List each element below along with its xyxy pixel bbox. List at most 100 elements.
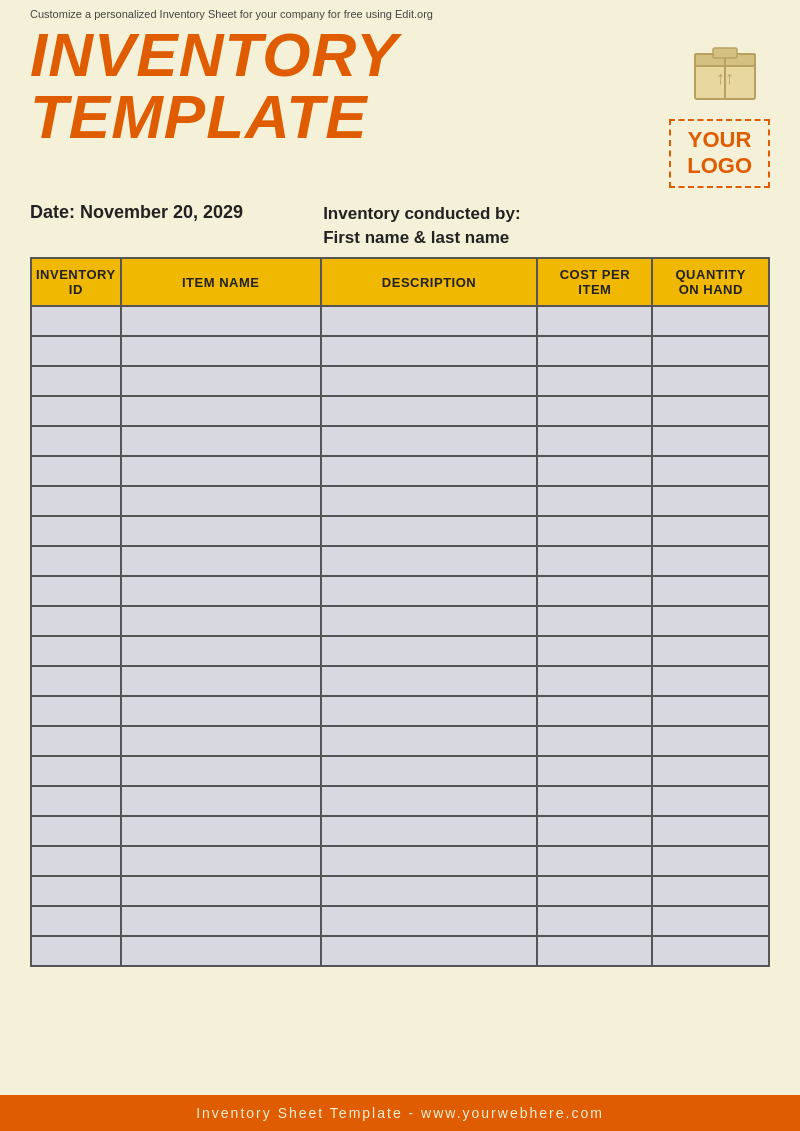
table-cell[interactable] (537, 816, 652, 846)
table-cell[interactable] (31, 456, 121, 486)
table-cell[interactable] (321, 516, 538, 546)
table-cell[interactable] (31, 816, 121, 846)
logo-box[interactable]: YOUR LOGO (669, 119, 770, 188)
table-cell[interactable] (121, 786, 321, 816)
table-cell[interactable] (321, 486, 538, 516)
table-cell[interactable] (652, 936, 769, 966)
table-cell[interactable] (321, 636, 538, 666)
table-cell[interactable] (321, 906, 538, 936)
table-cell[interactable] (537, 726, 652, 756)
table-cell[interactable] (121, 846, 321, 876)
table-cell[interactable] (121, 546, 321, 576)
table-cell[interactable] (652, 516, 769, 546)
table-cell[interactable] (537, 366, 652, 396)
table-cell[interactable] (537, 696, 652, 726)
table-cell[interactable] (321, 396, 538, 426)
table-cell[interactable] (537, 456, 652, 486)
table-cell[interactable] (121, 426, 321, 456)
table-cell[interactable] (537, 546, 652, 576)
table-cell[interactable] (31, 786, 121, 816)
table-cell[interactable] (652, 876, 769, 906)
table-cell[interactable] (652, 306, 769, 336)
table-cell[interactable] (321, 306, 538, 336)
table-cell[interactable] (121, 726, 321, 756)
table-cell[interactable] (537, 936, 652, 966)
table-cell[interactable] (31, 936, 121, 966)
table-cell[interactable] (321, 786, 538, 816)
table-cell[interactable] (121, 666, 321, 696)
table-cell[interactable] (652, 366, 769, 396)
table-cell[interactable] (31, 366, 121, 396)
table-cell[interactable] (537, 786, 652, 816)
table-cell[interactable] (121, 336, 321, 366)
table-cell[interactable] (321, 426, 538, 456)
table-cell[interactable] (121, 516, 321, 546)
table-cell[interactable] (121, 366, 321, 396)
table-cell[interactable] (537, 576, 652, 606)
table-cell[interactable] (31, 666, 121, 696)
table-cell[interactable] (537, 606, 652, 636)
table-cell[interactable] (652, 336, 769, 366)
table-cell[interactable] (121, 696, 321, 726)
table-cell[interactable] (121, 576, 321, 606)
table-cell[interactable] (121, 306, 321, 336)
table-cell[interactable] (31, 756, 121, 786)
table-cell[interactable] (321, 816, 538, 846)
table-cell[interactable] (652, 576, 769, 606)
table-cell[interactable] (31, 336, 121, 366)
table-cell[interactable] (31, 546, 121, 576)
table-cell[interactable] (31, 606, 121, 636)
table-cell[interactable] (121, 936, 321, 966)
table-cell[interactable] (31, 636, 121, 666)
table-cell[interactable] (652, 546, 769, 576)
table-cell[interactable] (321, 546, 538, 576)
table-cell[interactable] (31, 396, 121, 426)
table-cell[interactable] (537, 486, 652, 516)
table-cell[interactable] (121, 636, 321, 666)
table-cell[interactable] (537, 636, 652, 666)
table-cell[interactable] (31, 846, 121, 876)
table-cell[interactable] (652, 426, 769, 456)
table-cell[interactable] (31, 516, 121, 546)
table-cell[interactable] (652, 606, 769, 636)
table-cell[interactable] (652, 906, 769, 936)
table-cell[interactable] (537, 846, 652, 876)
table-cell[interactable] (31, 696, 121, 726)
table-cell[interactable] (321, 876, 538, 906)
table-cell[interactable] (31, 486, 121, 516)
table-cell[interactable] (31, 726, 121, 756)
table-cell[interactable] (121, 486, 321, 516)
table-cell[interactable] (321, 606, 538, 636)
table-cell[interactable] (537, 396, 652, 426)
table-cell[interactable] (321, 726, 538, 756)
table-cell[interactable] (31, 576, 121, 606)
table-cell[interactable] (537, 756, 652, 786)
table-cell[interactable] (321, 336, 538, 366)
table-cell[interactable] (321, 666, 538, 696)
table-cell[interactable] (31, 876, 121, 906)
table-cell[interactable] (652, 816, 769, 846)
table-cell[interactable] (121, 606, 321, 636)
table-cell[interactable] (31, 906, 121, 936)
table-cell[interactable] (537, 306, 652, 336)
table-cell[interactable] (652, 756, 769, 786)
table-cell[interactable] (537, 906, 652, 936)
table-cell[interactable] (537, 876, 652, 906)
table-cell[interactable] (31, 306, 121, 336)
table-cell[interactable] (652, 786, 769, 816)
table-cell[interactable] (537, 426, 652, 456)
table-cell[interactable] (121, 756, 321, 786)
table-cell[interactable] (537, 516, 652, 546)
table-cell[interactable] (652, 846, 769, 876)
table-cell[interactable] (321, 456, 538, 486)
table-cell[interactable] (31, 426, 121, 456)
table-cell[interactable] (652, 696, 769, 726)
table-cell[interactable] (652, 396, 769, 426)
table-cell[interactable] (652, 456, 769, 486)
table-cell[interactable] (121, 396, 321, 426)
table-cell[interactable] (121, 876, 321, 906)
table-cell[interactable] (121, 456, 321, 486)
table-cell[interactable] (321, 366, 538, 396)
table-cell[interactable] (321, 936, 538, 966)
table-cell[interactable] (321, 576, 538, 606)
